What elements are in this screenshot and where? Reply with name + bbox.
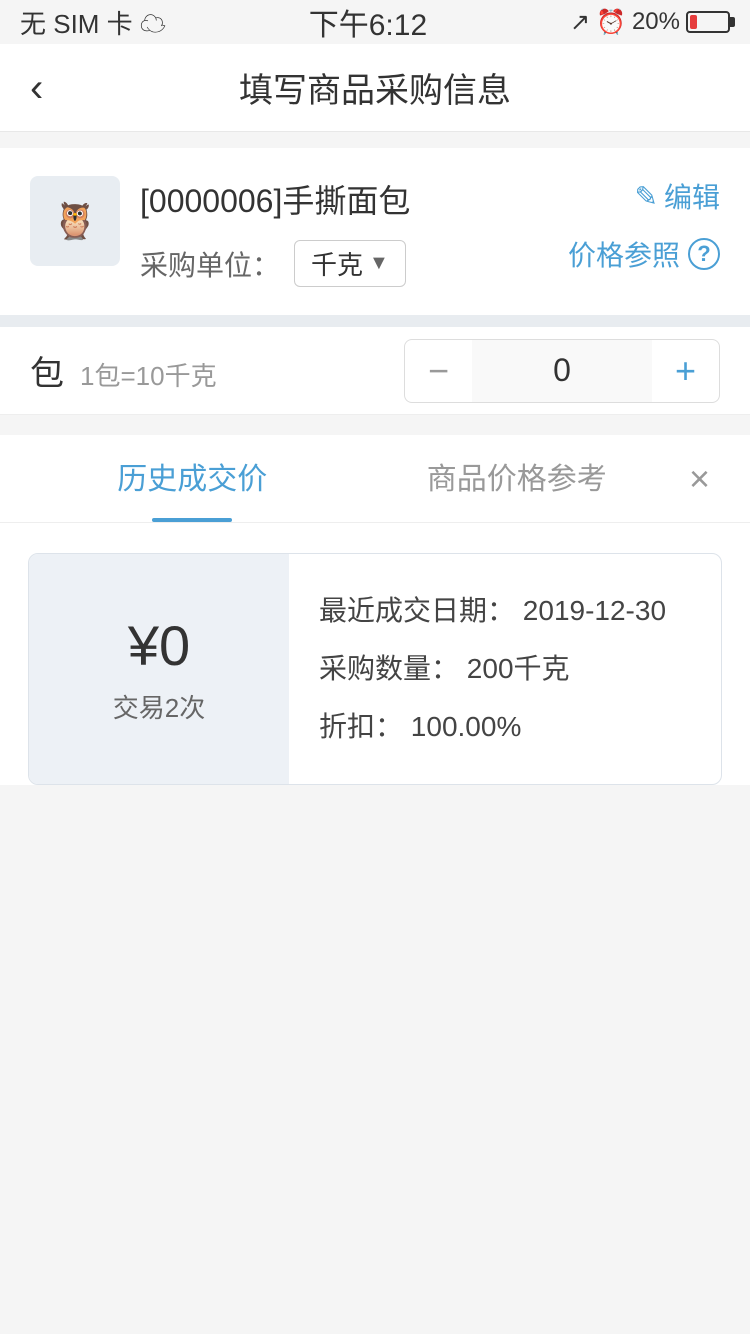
quantity-controls: − 0 + [404,339,720,403]
quantity-value: 0 [553,352,571,389]
recent-date-value: 2019-12-30 [523,595,666,626]
tab-product-label: 商品价格参考 [427,463,607,496]
sim-text: 无 SIM 卡 ☁ [20,9,166,39]
unit-big: 包 [30,346,64,395]
purchase-qty-label: 采购数量： [319,653,459,684]
price-left-panel: ¥0 交易2次 [29,554,289,784]
price-ref-label: 价格参照 [568,234,680,274]
product-card: 🦉 [0000006]手撕面包 采购单位： 千克 ▼ ✎ 编辑 价格参照 [0,148,750,315]
quantity-plus-button[interactable]: + [652,339,720,403]
discount-value: 100.00% [411,711,522,742]
status-bar: 无 SIM 卡 ☁ 下午6:12 ↗ ⏰ 20% [0,0,750,44]
quantity-minus-button[interactable]: − [404,339,472,403]
recent-date-label: 最近成交日期： [319,595,515,626]
minus-icon: − [428,350,449,392]
status-time: 下午6:12 [309,0,427,44]
quantity-label: 包 1包=10千克 [30,346,217,395]
battery-percent: 20% [632,8,680,36]
tab-panel: 历史成交价 商品价格参考 × ¥0 交易2次 最近成交日期： 2019-12-3… [0,435,750,785]
edit-label: 编辑 [664,176,720,216]
product-right: ✎ 编辑 价格参照 ? [568,176,720,274]
edit-icon: ✎ [635,180,658,213]
product-unit-row: 采购单位： 千克 ▼ [140,240,410,287]
unit-select[interactable]: 千克 ▼ [294,240,406,287]
plus-icon: + [675,350,696,392]
unit-small: 1包=10千克 [80,356,217,393]
tab-history-price[interactable]: 历史成交价 [30,454,354,504]
purchase-qty-value: 200千克 [467,653,570,684]
edit-button[interactable]: ✎ 编辑 [635,176,720,216]
unit-value: 千克 [311,245,363,282]
product-name: [0000006]手撕面包 [140,176,410,222]
purchase-qty-row: 采购数量： 200千克 [319,648,691,690]
tab-history-label: 历史成交价 [117,463,267,496]
alarm-icon: ⏰ [596,8,626,37]
page-title: 填写商品采购信息 [239,63,511,112]
product-info: [0000006]手撕面包 采购单位： 千克 ▼ [140,176,410,287]
discount-row: 折扣： 100.00% [319,706,691,748]
back-button[interactable]: ‹ [30,68,43,108]
divider [0,315,750,327]
dropdown-icon: ▼ [369,252,389,275]
status-left: 无 SIM 卡 ☁ [20,4,166,41]
location-icon: ↗ [570,8,590,37]
discount-label: 折扣： [319,711,403,742]
tab-product-price[interactable]: 商品价格参考 [354,454,678,504]
quantity-input[interactable]: 0 [472,339,652,403]
price-value: 0 [159,614,190,677]
recent-date-row: 最近成交日期： 2019-12-30 [319,590,691,632]
product-logo-icon: 🦉 [53,200,98,242]
help-icon: ? [688,238,720,270]
price-currency: ¥ [128,614,159,677]
tab-header: 历史成交价 商品价格参考 × [0,435,750,523]
tab-close-button[interactable]: × [679,448,720,510]
price-amount: ¥0 [128,613,190,678]
price-trades: 交易2次 [113,688,205,725]
product-thumbnail: 🦉 [30,176,120,266]
price-card: ¥0 交易2次 最近成交日期： 2019-12-30 采购数量： 200千克 折… [28,553,722,785]
close-icon: × [689,458,710,499]
status-right: ↗ ⏰ 20% [570,8,730,37]
quantity-row: 包 1包=10千克 − 0 + [0,327,750,415]
unit-label: 采购单位： [140,244,280,284]
price-ref-button[interactable]: 价格参照 ? [568,234,720,274]
price-right-panel: 最近成交日期： 2019-12-30 采购数量： 200千克 折扣： 100.0… [289,554,721,784]
battery-icon [686,11,730,33]
nav-bar: ‹ 填写商品采购信息 [0,44,750,132]
